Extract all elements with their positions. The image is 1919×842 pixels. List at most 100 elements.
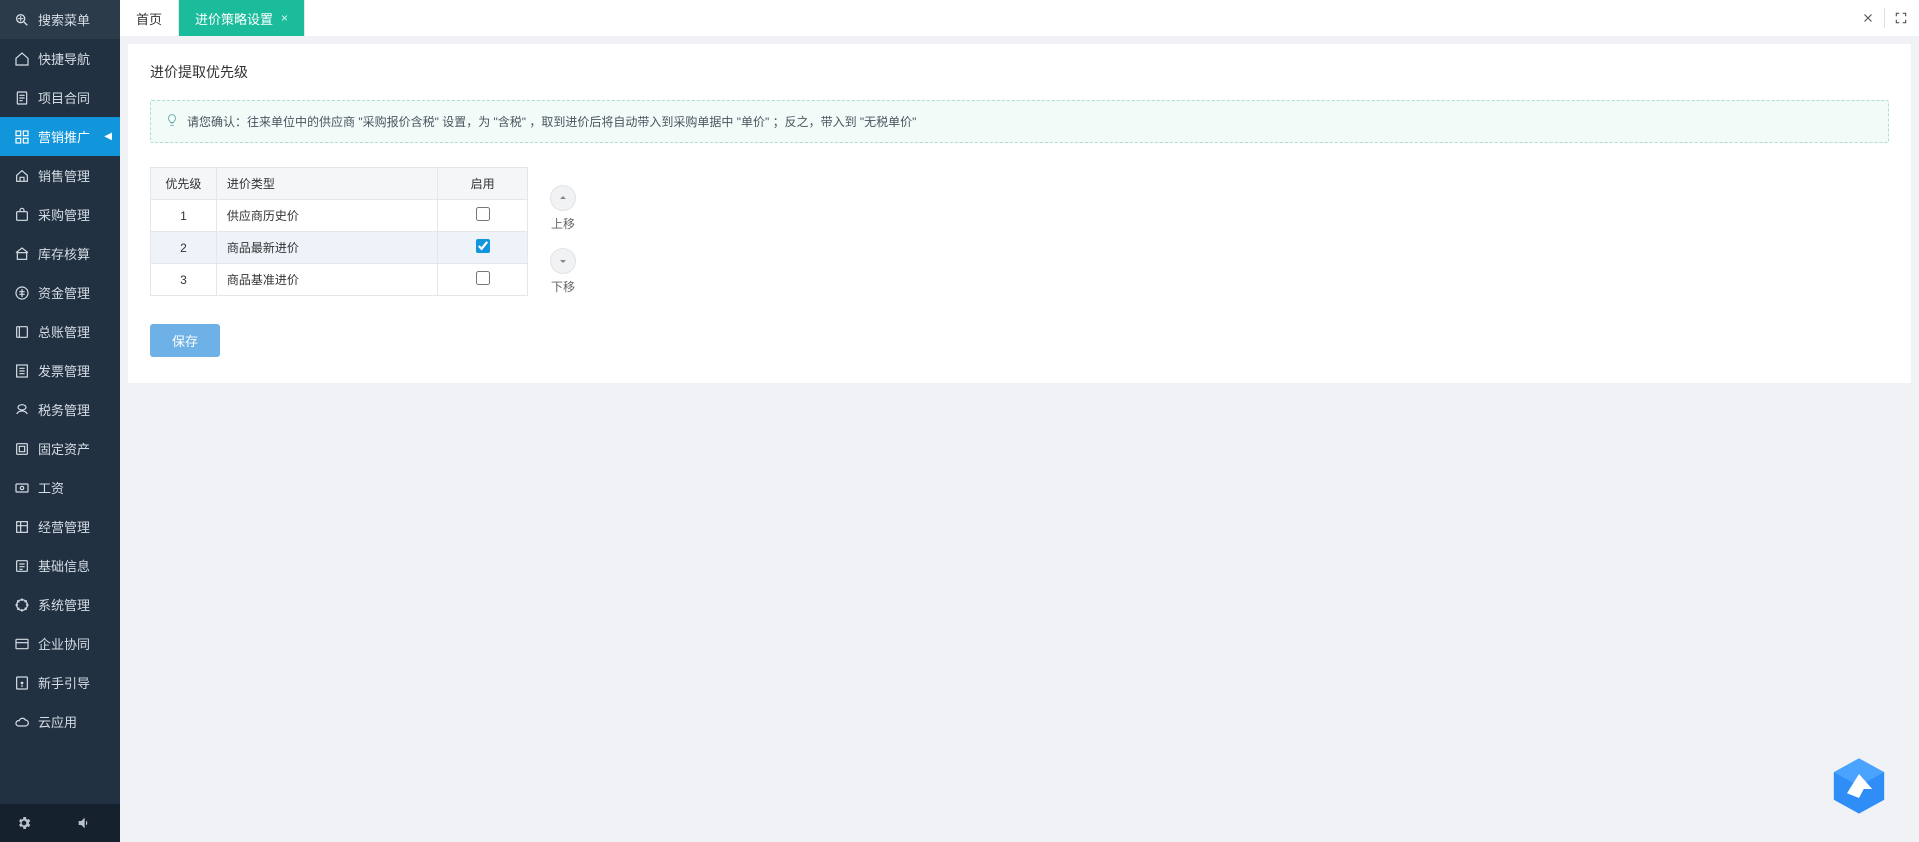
salary-icon <box>14 480 30 496</box>
sidebar-item-11[interactable]: 固定资产 <box>0 429 120 468</box>
page-title: 进价提取优先级 <box>150 62 1889 82</box>
collab-icon <box>14 636 30 652</box>
assistant-float-button[interactable] <box>1829 756 1889 816</box>
sidebar-footer <box>0 804 120 842</box>
doc-icon <box>14 90 30 106</box>
table-row[interactable]: 3商品基准进价 <box>151 264 528 296</box>
cell-enable <box>438 264 528 296</box>
cell-priority: 3 <box>151 264 217 296</box>
sidebar-item-8[interactable]: 总账管理 <box>0 312 120 351</box>
close-icon[interactable]: × <box>281 11 288 25</box>
sidebar-item-label: 销售管理 <box>38 166 90 185</box>
cloud-icon <box>14 714 30 730</box>
grid-icon <box>14 129 30 145</box>
sidebar-item-label: 营销推广 <box>38 127 90 146</box>
sidebar-item-label: 企业协同 <box>38 634 90 653</box>
search-icon <box>14 12 30 28</box>
tab-1[interactable]: 进价策略设置 × <box>179 0 305 36</box>
hint-text: 请您确认：往来单位中的供应商 "采购报价含税" 设置，为 "含税" ，取到进价后… <box>187 113 916 130</box>
sidebar-item-10[interactable]: 税务管理 <box>0 390 120 429</box>
sidebar-item-label: 发票管理 <box>38 361 90 380</box>
biz-icon <box>14 519 30 535</box>
sidebar-item-17[interactable]: 新手引导 <box>0 663 120 702</box>
sidebar-item-label: 库存核算 <box>38 244 90 263</box>
enable-checkbox[interactable] <box>476 271 490 285</box>
tab-0[interactable]: 首页 <box>120 0 179 36</box>
sidebar-item-9[interactable]: 发票管理 <box>0 351 120 390</box>
lightbulb-icon <box>165 113 179 130</box>
move-down-label: 下移 <box>551 278 575 295</box>
invoice-icon <box>14 363 30 379</box>
sidebar-item-2[interactable]: 项目合同 <box>0 78 120 117</box>
move-down-button[interactable] <box>550 248 576 274</box>
tab-label: 首页 <box>136 9 162 28</box>
save-button[interactable]: 保存 <box>150 324 220 357</box>
sidebar-item-label: 固定资产 <box>38 439 90 458</box>
sidebar-item-7[interactable]: 资金管理 <box>0 273 120 312</box>
sidebar-item-14[interactable]: 基础信息 <box>0 546 120 585</box>
sidebar-item-5[interactable]: 采购管理 <box>0 195 120 234</box>
tab-close-all-icon[interactable] <box>1854 4 1882 32</box>
th-priority: 优先级 <box>151 168 217 200</box>
enable-checkbox[interactable] <box>476 239 490 253</box>
sidebar-item-label: 基础信息 <box>38 556 90 575</box>
move-up-label: 上移 <box>551 215 575 232</box>
house-icon <box>14 246 30 262</box>
th-enable: 启用 <box>438 168 528 200</box>
sidebar-item-label: 税务管理 <box>38 400 90 419</box>
cell-type: 商品基准进价 <box>216 264 437 296</box>
sidebar-item-label: 项目合同 <box>38 88 90 107</box>
sidebar-item-3[interactable]: 营销推广 ◀ <box>0 117 120 156</box>
cell-type: 商品最新进价 <box>216 232 437 264</box>
sidebar: 搜索菜单快捷导航项目合同营销推广 ◀ 销售管理采购管理库存核算资金管理总账管理发票管… <box>0 0 120 842</box>
home2-icon <box>14 168 30 184</box>
asset-icon <box>14 441 30 457</box>
sidebar-item-label: 搜索菜单 <box>38 10 90 29</box>
enable-checkbox[interactable] <box>476 207 490 221</box>
sidebar-item-label: 新手引导 <box>38 673 90 692</box>
sidebar-item-13[interactable]: 经营管理 <box>0 507 120 546</box>
content-panel: 进价提取优先级 请您确认：往来单位中的供应商 "采购报价含税" 设置，为 "含税… <box>128 44 1911 383</box>
sidebar-item-label: 快捷导航 <box>38 49 90 68</box>
sidebar-item-1[interactable]: 快捷导航 <box>0 39 120 78</box>
sidebar-item-label: 总账管理 <box>38 322 90 341</box>
sidebar-list: 搜索菜单快捷导航项目合同营销推广 ◀ 销售管理采购管理库存核算资金管理总账管理发票管… <box>0 0 120 804</box>
settings-gear-icon[interactable] <box>0 804 48 842</box>
collapse-sidebar-icon[interactable] <box>48 804 120 842</box>
sidebar-item-label: 经营管理 <box>38 517 90 536</box>
move-up-button[interactable] <box>550 185 576 211</box>
sidebar-item-label: 采购管理 <box>38 205 90 224</box>
chevron-left-icon: ◀ <box>104 131 112 142</box>
sidebar-item-label: 系统管理 <box>38 595 90 614</box>
sidebar-item-6[interactable]: 库存核算 <box>0 234 120 273</box>
sys-icon <box>14 597 30 613</box>
sidebar-item-label: 云应用 <box>38 712 77 731</box>
cell-priority: 2 <box>151 232 217 264</box>
table-row[interactable]: 1供应商历史价 <box>151 200 528 232</box>
table-row[interactable]: 2商品最新进价 <box>151 232 528 264</box>
sidebar-item-15[interactable]: 系统管理 <box>0 585 120 624</box>
tab-bar: 首页 进价策略设置 × <box>120 0 1919 36</box>
sidebar-item-label: 资金管理 <box>38 283 90 302</box>
th-type: 进价类型 <box>216 168 437 200</box>
cell-enable <box>438 232 528 264</box>
home-icon <box>14 51 30 67</box>
cell-priority: 1 <box>151 200 217 232</box>
sidebar-item-12[interactable]: 工资 <box>0 468 120 507</box>
book-icon <box>14 324 30 340</box>
coin-icon <box>14 285 30 301</box>
cell-enable <box>438 200 528 232</box>
sidebar-item-4[interactable]: 销售管理 <box>0 156 120 195</box>
sidebar-item-0[interactable]: 搜索菜单 <box>0 0 120 39</box>
cell-type: 供应商历史价 <box>216 200 437 232</box>
sidebar-item-16[interactable]: 企业协同 <box>0 624 120 663</box>
priority-table: 优先级 进价类型 启用 1供应商历史价2商品最新进价3商品基准进价 <box>150 167 528 296</box>
main-area: 首页 进价策略设置 × 进价提取优先级 请您确认：往来单位中的供应商 "采购报价含税… <box>120 0 1919 842</box>
fullscreen-icon[interactable] <box>1887 4 1915 32</box>
sidebar-item-18[interactable]: 云应用 <box>0 702 120 741</box>
move-buttons: 上移 下移 <box>550 167 576 295</box>
bag-icon <box>14 207 30 223</box>
tab-label: 进价策略设置 <box>195 9 273 28</box>
tax-icon <box>14 402 30 418</box>
info-icon <box>14 558 30 574</box>
